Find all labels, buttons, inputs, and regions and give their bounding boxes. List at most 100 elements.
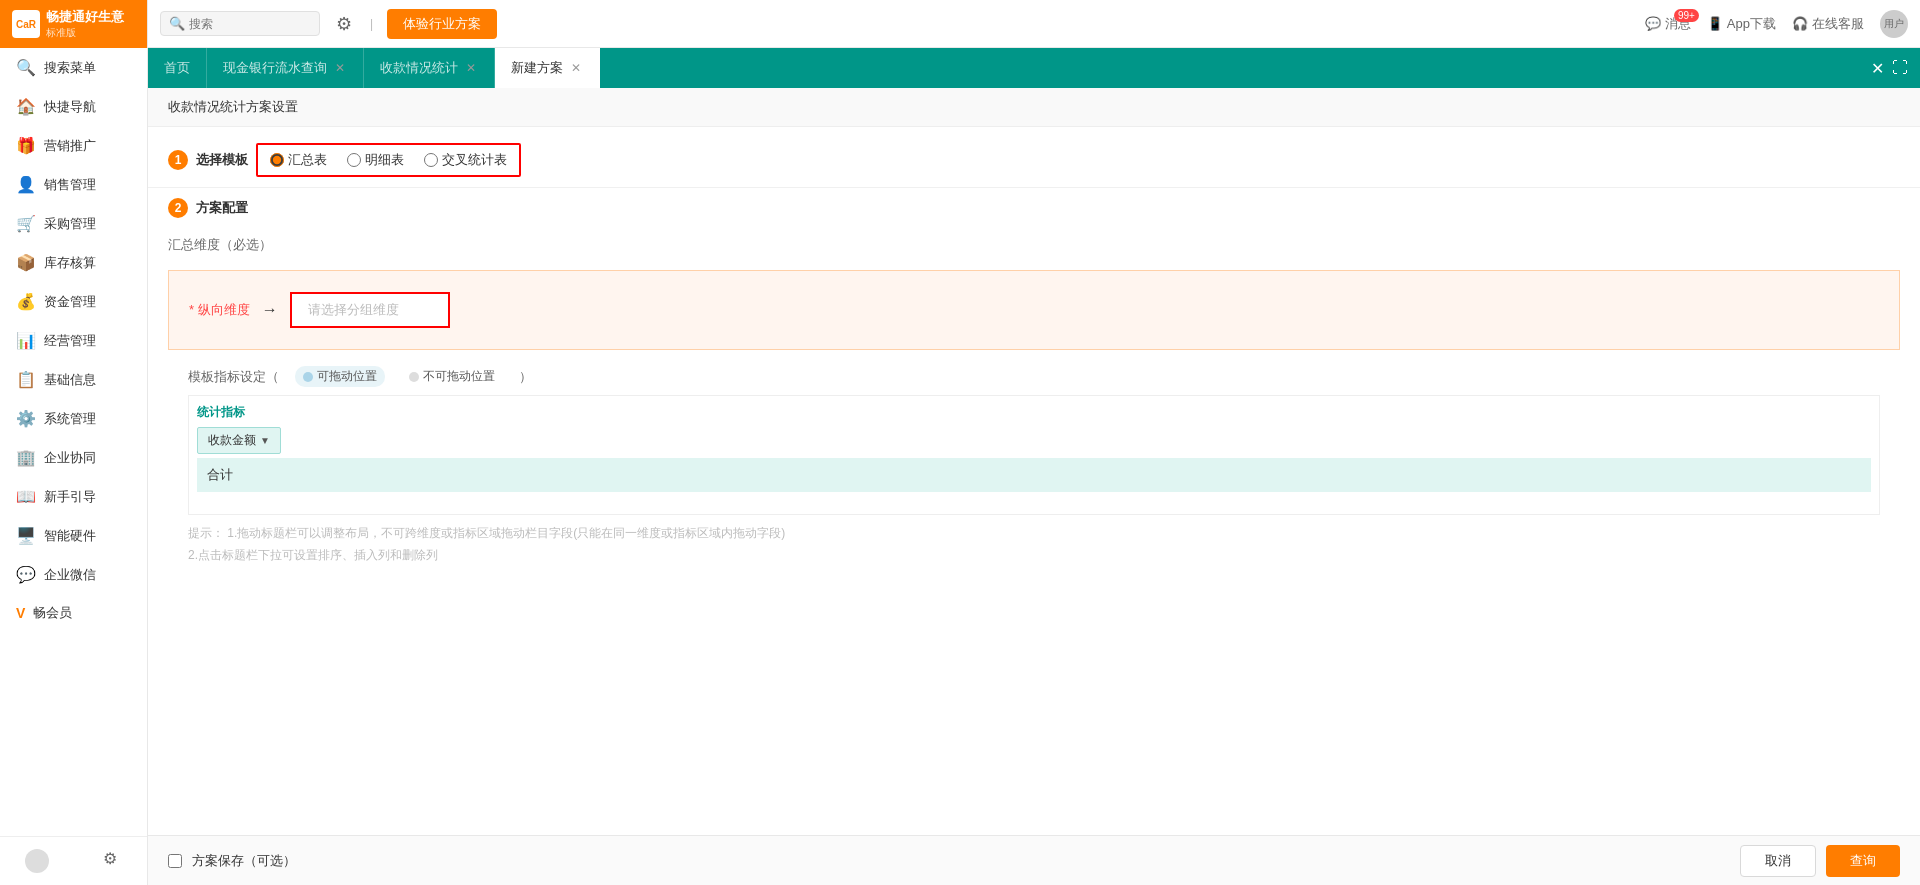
sidebar-bottom-user[interactable]: [0, 845, 74, 877]
sidebar-item-inventory[interactable]: 📦 库存核算: [0, 243, 147, 282]
dimension-row: * 纵向维度 → 请选择分组维度: [189, 292, 450, 328]
user-icon: 👤: [16, 175, 36, 194]
arrow-icon: →: [262, 301, 278, 319]
industry-btn[interactable]: 体验行业方案: [387, 9, 497, 39]
search-icon: 🔍: [169, 16, 185, 31]
logo-text: 畅捷通好生意: [46, 8, 124, 26]
stat-section-label: 统计指标: [197, 404, 1871, 421]
page-title: 收款情况统计方案设置: [148, 88, 1920, 127]
tab-close-all-btn[interactable]: ✕: [1871, 59, 1884, 78]
stat-area: 统计指标 收款金额 ▼ 合计: [188, 395, 1880, 515]
tab-new-plan[interactable]: 新建方案 ✕: [495, 48, 600, 88]
building-icon: 🏢: [16, 448, 36, 467]
step2-title: 方案配置: [196, 199, 248, 217]
tab-bank-close[interactable]: ✕: [333, 59, 347, 77]
search-input[interactable]: [189, 17, 289, 31]
non-draggable-badge: 不可拖动位置: [401, 366, 503, 387]
sidebar-item-basic[interactable]: 📋 基础信息: [0, 360, 147, 399]
topbar-search-box[interactable]: 🔍: [160, 11, 320, 36]
sidebar-item-hardware[interactable]: 🖥️ 智能硬件: [0, 516, 147, 555]
radio-group: 汇总表 明细表 交叉统计表: [270, 151, 507, 169]
draggable-dot: [303, 372, 313, 382]
cancel-button[interactable]: 取消: [1740, 845, 1816, 877]
tab-receipt-stat-close[interactable]: ✕: [464, 59, 478, 77]
sidebar-item-wechat[interactable]: 💬 企业微信: [0, 555, 147, 594]
tabbar: 首页 现金银行流水查询 ✕ 收款情况统计 ✕ 新建方案 ✕ ✕ ⛶: [148, 48, 1920, 88]
radio-detail[interactable]: 明细表: [347, 151, 404, 169]
sidebar-item-purchase[interactable]: 🛒 采购管理: [0, 204, 147, 243]
radio-cross[interactable]: 交叉统计表: [424, 151, 507, 169]
stat-tag-amount[interactable]: 收款金额 ▼: [197, 427, 281, 454]
template-options: 汇总表 明细表 交叉统计表: [256, 143, 521, 177]
logo-sub: 标准版: [46, 26, 124, 40]
monitor-icon: 🖥️: [16, 526, 36, 545]
sidebar-bottom: ⚙: [0, 836, 147, 885]
sidebar-item-enterprise[interactable]: 🏢 企业协同: [0, 438, 147, 477]
step2-circle: 2: [168, 198, 188, 218]
chevron-down-icon: ▼: [260, 435, 270, 446]
step1-circle: 1: [168, 150, 188, 170]
indicator-label: 模板指标设定（ 可拖动位置 不可拖动位置 ）: [188, 366, 1880, 387]
sidebar-item-quick-nav[interactable]: 🏠 快捷导航: [0, 87, 147, 126]
sidebar: CaR 畅捷通好生意 标准版 🔍 搜索菜单 🏠 快捷导航 🎁 营销推广 👤 销售…: [0, 0, 148, 885]
sidebar-item-marketing[interactable]: 🎁 营销推广: [0, 126, 147, 165]
clipboard-icon: 📋: [16, 370, 36, 389]
settings-icon: ⚙️: [16, 409, 36, 428]
sidebar-item-finance[interactable]: 💰 资金管理: [0, 282, 147, 321]
sidebar-item-system[interactable]: ⚙️ 系统管理: [0, 399, 147, 438]
download-btn[interactable]: 📱 App下载: [1707, 15, 1776, 33]
member-icon: V: [16, 605, 25, 621]
tab-expand-btn[interactable]: ⛶: [1892, 59, 1908, 78]
message-btn[interactable]: 💬 消息 99+: [1645, 15, 1691, 33]
main-area: 🔍 ⚙ | 体验行业方案 💬 消息 99+ 📱 App下载 🎧 在线客服 用户: [148, 0, 1920, 885]
box-icon: 📦: [16, 253, 36, 272]
service-btn[interactable]: 🎧 在线客服: [1792, 15, 1864, 33]
sidebar-item-newbie[interactable]: 📖 新手引导: [0, 477, 147, 516]
chat-icon: 💬: [16, 565, 36, 584]
radio-cross-input[interactable]: [424, 153, 438, 167]
gift-icon: 🎁: [16, 136, 36, 155]
query-button[interactable]: 查询: [1826, 845, 1900, 877]
sidebar-item-operation[interactable]: 📊 经营管理: [0, 321, 147, 360]
book-icon: 📖: [16, 487, 36, 506]
tab-bank[interactable]: 现金银行流水查询 ✕: [207, 48, 364, 88]
topbar: 🔍 ⚙ | 体验行业方案 💬 消息 99+ 📱 App下载 🎧 在线客服 用户: [148, 0, 1920, 48]
dimension-select[interactable]: 请选择分组维度: [290, 292, 450, 328]
chart-icon: 📊: [16, 331, 36, 350]
sidebar-item-member[interactable]: V 畅会员: [0, 594, 147, 632]
tip-2: 2.点击标题栏下拉可设置排序、插入列和删除列: [188, 545, 1880, 567]
logo-icon: CaR: [12, 10, 40, 38]
home-icon: 🏠: [16, 97, 36, 116]
config-section: 2 方案配置 汇总维度（必选） * 纵向维度 → 请选择分组维度: [148, 188, 1920, 590]
tips-section: 提示： 1.拖动标题栏可以调整布局，不可跨维度或指标区域拖动栏目字段(只能在同一…: [168, 515, 1900, 574]
tab-receipt-stat[interactable]: 收款情况统计 ✕: [364, 48, 495, 88]
sidebar-item-search[interactable]: 🔍 搜索菜单: [0, 48, 147, 87]
tab-home[interactable]: 首页: [148, 48, 207, 88]
radio-summary-input[interactable]: [270, 153, 284, 167]
save-checkbox[interactable]: [168, 854, 182, 868]
message-badge: 99+: [1674, 9, 1699, 22]
radio-detail-input[interactable]: [347, 153, 361, 167]
step1-title: 选择模板: [196, 151, 248, 169]
save-label: 方案保存（可选）: [192, 852, 296, 870]
content-area: 收款情况统计方案设置 1 选择模板 汇总表: [148, 88, 1920, 885]
sidebar-item-sales[interactable]: 👤 销售管理: [0, 165, 147, 204]
radio-summary[interactable]: 汇总表: [270, 151, 327, 169]
template-section: 1 选择模板 汇总表 明细表: [148, 127, 1920, 187]
cart-icon: 🛒: [16, 214, 36, 233]
dimension-box: * 纵向维度 → 请选择分组维度: [168, 270, 1900, 350]
draggable-badge: 可拖动位置: [295, 366, 385, 387]
tab-new-plan-close[interactable]: ✕: [569, 59, 583, 77]
tip-1: 提示： 1.拖动标题栏可以调整布局，不可跨维度或指标区域拖动栏目字段(只能在同一…: [188, 523, 1880, 545]
footer-actions: 取消 查询: [1740, 845, 1900, 877]
vertical-label: * 纵向维度: [189, 301, 250, 319]
headset-icon: 🎧: [1792, 16, 1808, 31]
sidebar-bottom-more[interactable]: ⚙: [74, 845, 148, 877]
indicator-section: 模板指标设定（ 可拖动位置 不可拖动位置 ） 统计指标: [168, 366, 1900, 515]
user-avatar[interactable]: 用户: [1880, 10, 1908, 38]
summary-dimension-title: 汇总维度（必选）: [168, 228, 1900, 262]
message-icon: 💬: [1645, 16, 1661, 31]
content-inner: 收款情况统计方案设置 1 选择模板 汇总表: [148, 88, 1920, 835]
settings-gear-icon[interactable]: ⚙: [332, 9, 356, 39]
search-icon: 🔍: [16, 58, 36, 77]
